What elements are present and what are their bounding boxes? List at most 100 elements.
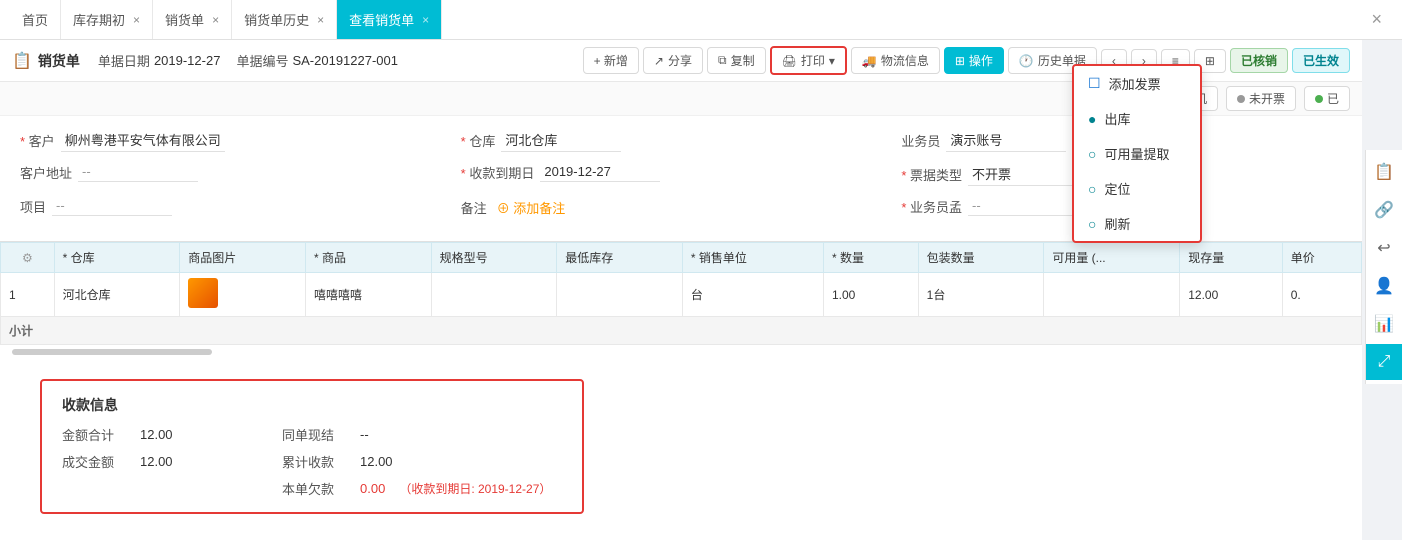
print-dropdown-icon: ▾ [829,54,835,68]
tab-inventory-init[interactable]: 库存期初 × [61,0,153,39]
subtotal-label: 小计 [1,317,1362,345]
note-field: 备注 ⊕ 添加备注 [461,196,902,219]
green-dot-icon [1315,95,1323,103]
print-button[interactable]: 🖨 打印 ▾ [770,46,847,75]
horizontal-scrollbar[interactable] [12,349,212,355]
packqty-column-header: 包装数量 [918,243,1044,273]
salesperson-value: 演示账号 [946,128,1066,152]
tab-home[interactable]: 首页 [10,0,61,39]
due-date-value: 2019-12-27 [540,162,660,182]
tab-close-sales[interactable]: × [212,13,219,27]
add-note-btn[interactable]: ⊕ 添加备注 [493,196,613,219]
sidebar-icon-link[interactable]: 🔗 [1366,192,1402,228]
sidebar-icon-doc[interactable]: 📋 [1366,154,1402,190]
warehouse-value: 河北仓库 [501,128,621,152]
available-column-header: 可用量 (... [1044,243,1180,273]
minstock-column-header: 最低库存 [557,243,683,273]
document-title: 📋 销货单 [12,51,80,71]
row-spec [431,273,557,317]
row-minstock [557,273,683,317]
sidebar-icon-chart[interactable]: 📊 [1366,306,1402,342]
share-button[interactable]: ↗ 分享 [643,47,703,74]
tab-view-sales[interactable]: 查看销货单 × [337,0,442,39]
confirm-button[interactable]: 已 [1304,86,1350,111]
project-label: 项目 [20,197,46,216]
outbound-item[interactable]: ● 出库 [1074,101,1200,136]
tab-sales-order[interactable]: 销货单 × [153,0,232,39]
gray-dot-icon [1237,95,1245,103]
tab-close-view[interactable]: × [422,13,429,27]
refresh-item[interactable]: ○ 刷新 [1074,206,1200,241]
effective-badge: 已生效 [1292,48,1350,73]
due-date-label: 收款到期日 [461,163,535,182]
copy-icon: ⧉ [718,53,727,68]
spec-column-header: 规格型号 [431,243,557,273]
row-packqty: 1台 [918,273,1044,317]
window-close-button[interactable]: × [1361,9,1392,30]
sidebar-icon-return[interactable]: ↩ [1366,230,1402,266]
payment-info-box: 收款信息 金额合计 12.00 同单现结 -- 成交金额 12.00 [40,379,584,514]
due-date-field: 收款到期日 2019-12-27 [461,162,902,182]
address-field: 客户地址 -- [20,162,461,182]
product-table: ⚙ * 仓库 商品图片 * 商品 规格型号 最低库存 * 销售单位 * 数量 包… [0,242,1362,345]
right-sidebar: 📋 🔗 ↩ 👤 📊 ⤢ [1365,150,1402,384]
salesperson2-value: -- [968,196,1088,216]
settings-column-header[interactable]: ⚙ [1,243,55,273]
tab-close-inventory[interactable]: × [133,13,140,27]
refresh-icon: ○ [1088,216,1096,232]
salesperson2-label: 业务员孟 [901,197,962,216]
address-value: -- [78,162,198,182]
amount-total-field: 金额合计 12.00 [62,425,282,444]
number-field: 单据编号 SA-20191227-001 [236,51,398,70]
warehouse-label: 仓库 [461,131,496,150]
sidebar-icon-user[interactable]: 👤 [1366,268,1402,304]
add-invoice-item[interactable]: ☐ 添加发票 [1074,66,1200,101]
product-column-header: * 商品 [305,243,431,273]
ticket-type-label: 票据类型 [901,165,962,184]
stock-column-header: 现存量 [1180,243,1282,273]
share-icon: ↗ [654,54,664,68]
sidebar-icon-expand[interactable]: ⤢ [1366,344,1402,380]
note-label: 备注 [461,198,487,217]
logistics-button[interactable]: 🚚 物流信息 [851,47,940,74]
new-button[interactable]: + 新增 [583,47,639,74]
quantity-column-header: * 数量 [823,243,918,273]
tab-sales-history[interactable]: 销货单历史 × [232,0,337,39]
payment-title: 收款信息 [62,395,562,415]
copy-button[interactable]: ⧉ 复制 [707,47,766,74]
table-row: 1 河北仓库 嘻嘻嘻嘻 台 1.00 1台 12.00 0. [1,273,1362,317]
product-thumbnail [188,278,218,308]
available-qty-item[interactable]: ○ 可用量提取 [1074,136,1200,171]
invoice-icon: ☐ [1088,75,1101,92]
row-quantity: 1.00 [823,273,918,317]
truck-icon: 🚚 [862,54,877,68]
warehouse-column-header: * 仓库 [54,243,180,273]
available-qty-icon: ○ [1088,146,1096,162]
tab-bar: 首页 库存期初 × 销货单 × 销货单历史 × 查看销货单 × × [0,0,1402,40]
print-icon: 🖨 [782,54,797,68]
row-warehouse: 河北仓库 [54,273,180,317]
operations-dropdown: ☐ 添加发票 ● 出库 ○ 可用量提取 ○ 定位 ○ 刷新 [1072,64,1202,243]
customer-field: 客户 柳州粤港平安气体有限公司 [20,128,461,152]
due-date-note: （收款到期日: 2019-12-27） [399,480,551,497]
warehouse-field: 仓库 河北仓库 [461,128,902,152]
product-table-container: ⚙ * 仓库 商品图片 * 商品 规格型号 最低库存 * 销售单位 * 数量 包… [0,241,1362,359]
row-unit: 台 [682,273,823,317]
toolbar-actions: + 新增 ↗ 分享 ⧉ 复制 🖨 打印 ▾ 🚚 物流信息 [583,46,1350,75]
locate-icon: ○ [1088,181,1096,197]
table-header-row: ⚙ * 仓库 商品图片 * 商品 规格型号 最低库存 * 销售单位 * 数量 包… [1,243,1362,273]
not-open-button[interactable]: 未开票 [1226,86,1296,111]
tab-close-history[interactable]: × [317,13,324,27]
same-order-field: 同单现结 -- [282,425,562,444]
locate-item[interactable]: ○ 定位 [1074,171,1200,206]
outbound-icon: ● [1088,111,1096,127]
price-column-header: 单价 [1282,243,1361,273]
deal-amount-field: 成交金额 12.00 [62,452,282,471]
date-field: 单据日期 2019-12-27 [98,51,221,70]
subtotal-row: 小计 [1,317,1362,345]
outstanding-field: 本单欠款 0.00 （收款到期日: 2019-12-27） [282,479,562,498]
operations-button[interactable]: ⊞ 操作 [944,47,1004,74]
grid-icon: ⊞ [955,54,965,68]
salesperson-label: 业务员 [901,131,940,150]
row-product: 嘻嘻嘻嘻 [305,273,431,317]
